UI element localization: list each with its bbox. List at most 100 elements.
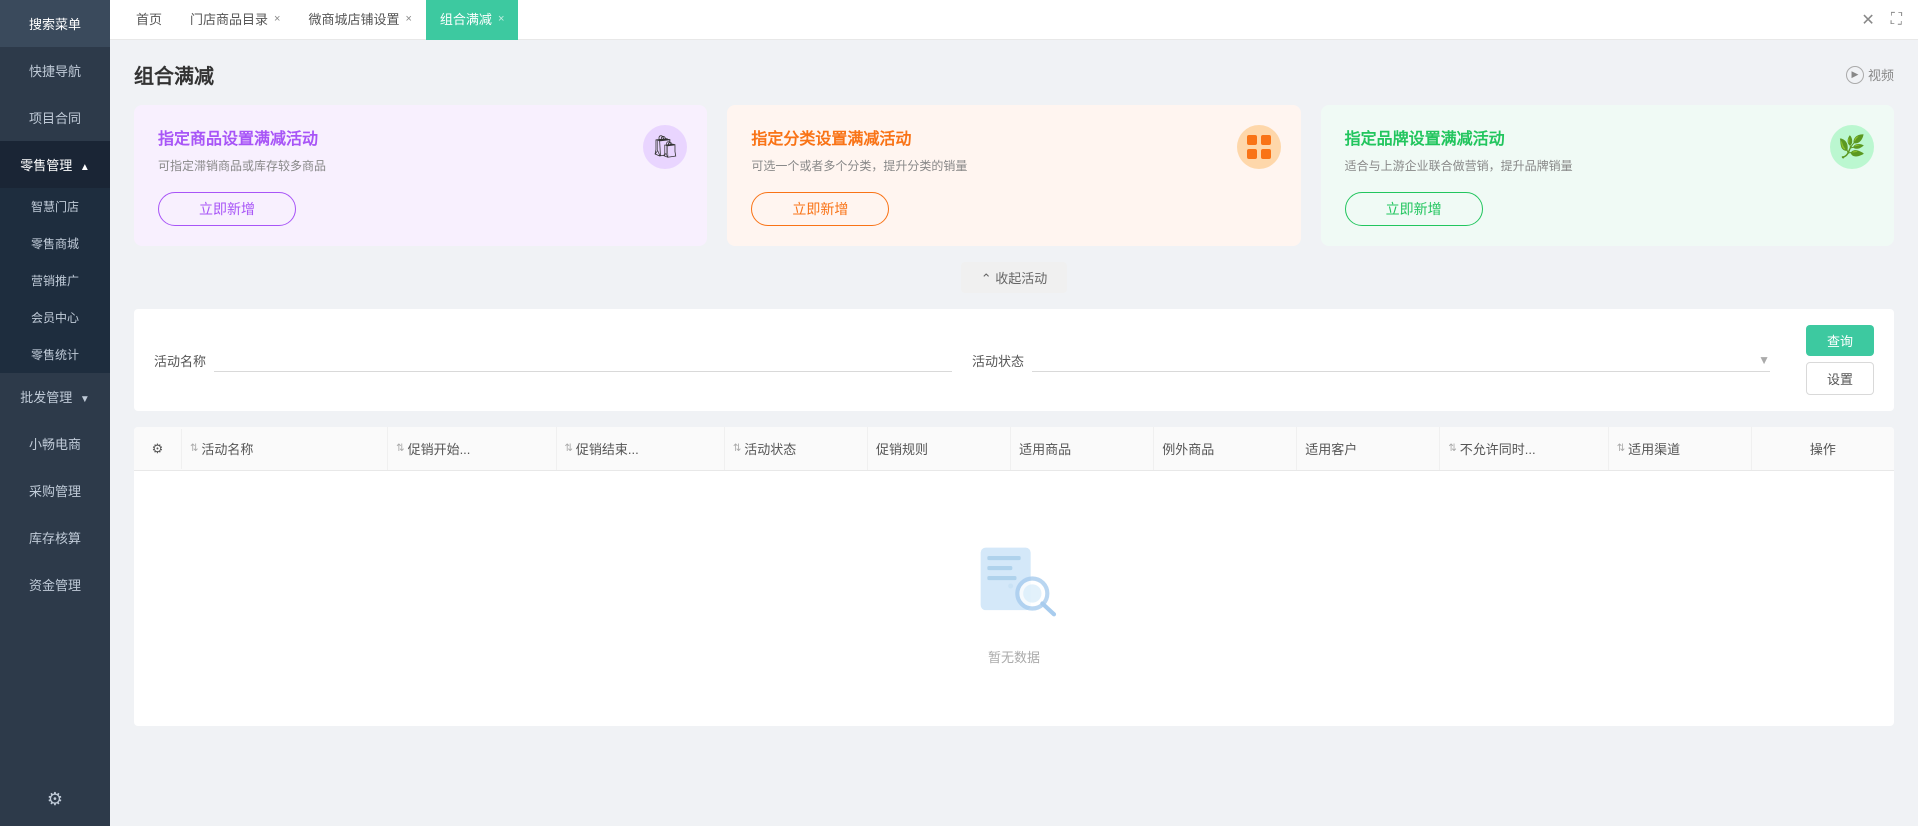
empty-text: 暂无数据 (988, 647, 1040, 666)
tab-label: 门店商品目录 (190, 9, 268, 28)
th-label: 促销规则 (876, 439, 928, 458)
page-content: 组合满减 ▶ 视频 🛍 指定商品设置满减活动 可指定滞销商品或库存较多商品 立即… (110, 40, 1918, 826)
expand-window-button[interactable]: ⛶ (1887, 7, 1906, 33)
sidebar-label: 智慧门店 (31, 200, 79, 214)
page-header: 组合满减 ▶ 视频 (134, 60, 1894, 89)
promo-card-icon (1237, 125, 1281, 169)
main-content: 首页 门店商品目录 × 微商城店铺设置 × 组合满减 × ✕ ⛶ 组合满减 ▶ … (110, 0, 1918, 826)
promo-card-desc: 可指定滞销商品或库存较多商品 (158, 157, 683, 176)
promo-card-icon: 🌿 (1830, 125, 1874, 169)
th-label: 活动状态 (744, 439, 796, 458)
query-button[interactable]: 查询 (1806, 325, 1874, 356)
promo-card-product: 🛍 指定商品设置满减活动 可指定滞销商品或库存较多商品 立即新增 (134, 105, 707, 246)
promo-card-title: 指定品牌设置满减活动 (1345, 125, 1870, 149)
th-label: 促销结束... (576, 439, 639, 458)
sidebar-item-finance[interactable]: 资金管理 (0, 561, 110, 608)
close-icon[interactable]: × (274, 13, 280, 25)
sidebar-label: 项目合同 (29, 111, 81, 126)
sort-icon[interactable]: ⇅ (565, 444, 573, 454)
promo-card-brand: 🌿 指定品牌设置满减活动 适合与上游企业联合做营销，提升品牌销量 立即新增 (1321, 105, 1894, 246)
sidebar-item-member-center[interactable]: 会员中心 (0, 299, 110, 336)
sidebar-item-xiaochang[interactable]: 小畅电商 (0, 420, 110, 467)
tab-label: 微商城店铺设置 (308, 9, 399, 28)
th-concurrent: ⇅ 不允许同时... (1440, 427, 1608, 470)
th-start: ⇅ 促销开始... (388, 427, 556, 470)
chevron-up-icon: ▲ (80, 162, 90, 173)
sidebar-item-inventory[interactable]: 库存核算 (0, 514, 110, 561)
settings-button[interactable]: 设置 (1806, 362, 1874, 395)
page-title: 组合满减 (134, 60, 214, 89)
chevron-down-icon: ▼ (1758, 353, 1770, 367)
table-header: ⚙ ⇅ 活动名称 ⇅ 促销开始... ⇅ 促销结束... ⇅ 活动状态 (134, 427, 1894, 471)
th-label: 促销开始... (408, 439, 471, 458)
sort-icon[interactable]: ⇅ (733, 444, 741, 454)
collapse-bar: ⌃ 收起活动 (134, 262, 1894, 293)
sidebar-item-smart-store[interactable]: 智慧门店 (0, 188, 110, 225)
activity-status-select[interactable]: ▼ (1032, 349, 1770, 372)
sidebar-item-retail-mgmt[interactable]: 零售管理 ▲ (0, 141, 110, 188)
tab-label: 组合满减 (440, 9, 492, 28)
th-label: 例外商品 (1162, 439, 1214, 458)
promo-cards: 🛍 指定商品设置满减活动 可指定滞销商品或库存较多商品 立即新增 (134, 105, 1894, 246)
sidebar-item-purchase[interactable]: 采购管理 (0, 467, 110, 514)
tab-label: 首页 (136, 9, 162, 28)
close-window-button[interactable]: ✕ (1857, 6, 1878, 34)
sidebar-label: 小畅电商 (29, 437, 81, 452)
gear-icon: ⚙ (47, 789, 63, 809)
sidebar-label: 营销推广 (31, 274, 79, 288)
tab-product-catalog[interactable]: 门店商品目录 × (176, 0, 294, 40)
th-channel: ⇅ 适用渠道 (1609, 427, 1752, 470)
sidebar-search[interactable]: 搜索菜单 (0, 0, 110, 47)
promo-card-category: 指定分类设置满减活动 可选一个或者多个分类，提升分类的销量 立即新增 (727, 105, 1300, 246)
sort-icon[interactable]: ⇅ (190, 444, 198, 454)
tab-ministore-settings[interactable]: 微商城店铺设置 × (294, 0, 425, 40)
th-action: 操作 (1752, 427, 1894, 470)
close-icon[interactable]: × (498, 13, 504, 25)
tab-home[interactable]: 首页 (122, 0, 176, 40)
table-container: ⚙ ⇅ 活动名称 ⇅ 促销开始... ⇅ 促销结束... ⇅ 活动状态 (134, 427, 1894, 726)
activity-name-input[interactable] (214, 348, 952, 372)
sidebar-label: 会员中心 (31, 311, 79, 325)
tab-combo-discount[interactable]: 组合满减 × (426, 0, 518, 40)
filter-section: 活动名称 活动状态 ▼ 查询 设置 (134, 309, 1894, 411)
th-except: 例外商品 (1154, 427, 1297, 470)
promo-card-title: 指定分类设置满减活动 (751, 125, 1276, 149)
promo-add-brand-button[interactable]: 立即新增 (1345, 192, 1483, 226)
sidebar-item-retail-mall[interactable]: 零售商城 (0, 225, 110, 262)
th-end: ⇅ 促销结束... (557, 427, 725, 470)
th-label: 适用渠道 (1628, 439, 1680, 458)
sort-icon[interactable]: ⇅ (396, 444, 404, 454)
close-icon[interactable]: × (405, 13, 411, 25)
sort-icon[interactable]: ⇅ (1448, 444, 1456, 454)
tab-bar: 首页 门店商品目录 × 微商城店铺设置 × 组合满减 × ✕ ⛶ (110, 0, 1918, 40)
filter-buttons: 查询 设置 (1806, 325, 1874, 395)
tab-actions: ✕ ⛶ (1857, 6, 1906, 34)
promo-add-category-button[interactable]: 立即新增 (751, 192, 889, 226)
sidebar-settings[interactable]: ⚙ (0, 773, 110, 826)
filter-row: 活动名称 活动状态 ▼ 查询 设置 (154, 325, 1874, 395)
sort-icon[interactable]: ⇅ (1617, 444, 1625, 454)
sidebar-label: 零售商城 (31, 237, 79, 251)
promo-card-icon: 🛍 (643, 125, 687, 169)
sidebar-item-retail-stats[interactable]: 零售统计 (0, 336, 110, 373)
sidebar-submenu-retail: 智慧门店 零售商城 营销推广 会员中心 零售统计 (0, 188, 110, 373)
th-settings[interactable]: ⚙ (134, 429, 182, 469)
empty-state: 暂无数据 (134, 471, 1894, 726)
th-label: 适用商品 (1019, 439, 1071, 458)
promo-card-desc: 可选一个或者多个分类，提升分类的销量 (751, 157, 1276, 176)
sidebar-item-marketing[interactable]: 营销推广 (0, 262, 110, 299)
sidebar-label: 零售管理 (20, 158, 72, 173)
th-status: ⇅ 活动状态 (725, 427, 868, 470)
th-customer: 适用客户 (1297, 427, 1440, 470)
sidebar-item-wholesale[interactable]: 批发管理 ▼ (0, 373, 110, 420)
sidebar-label: 批发管理 (20, 390, 72, 405)
empty-state-icon (964, 531, 1064, 631)
sidebar-item-project-contract[interactable]: 项目合同 (0, 94, 110, 141)
collapse-activities-button[interactable]: ⌃ 收起活动 (961, 262, 1068, 293)
sidebar-item-quick-nav[interactable]: 快捷导航 (0, 47, 110, 94)
promo-add-product-button[interactable]: 立即新增 (158, 192, 296, 226)
gear-icon: ⚙ (152, 441, 164, 457)
sidebar-label: 库存核算 (29, 531, 81, 546)
video-link[interactable]: ▶ 视频 (1846, 65, 1894, 84)
th-label: 不允许同时... (1460, 439, 1536, 458)
